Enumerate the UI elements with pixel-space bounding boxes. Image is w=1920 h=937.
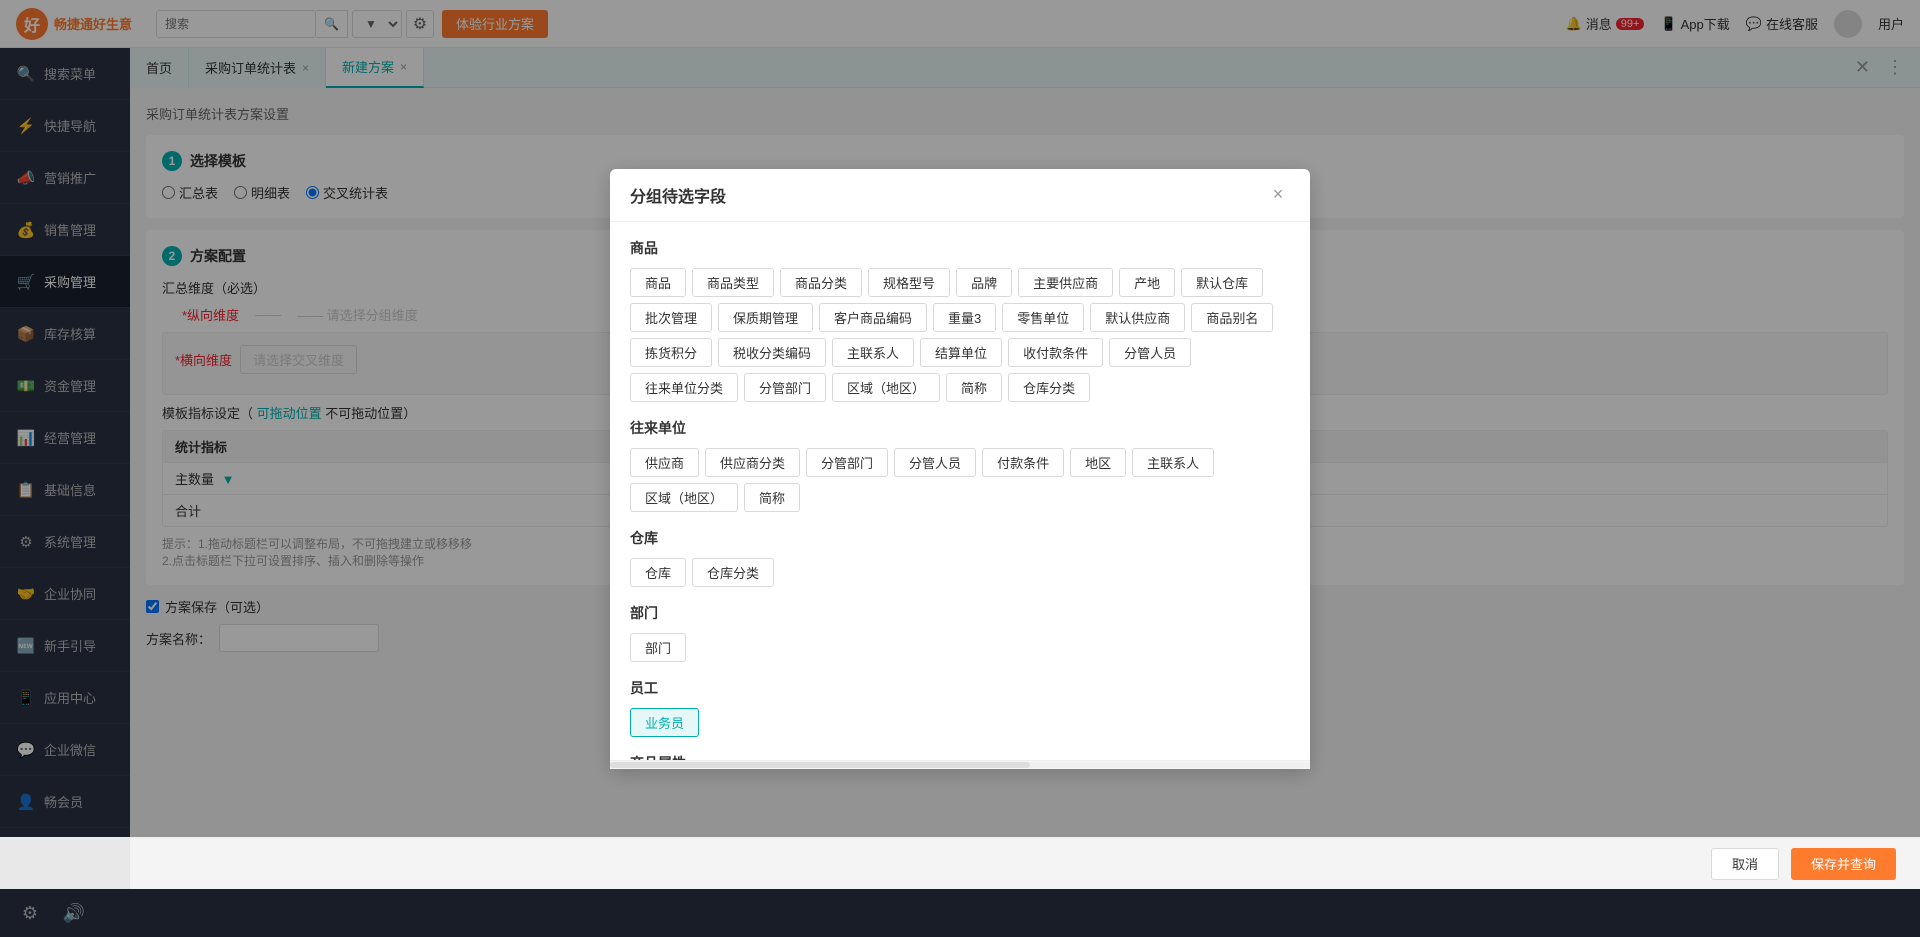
field-tag-product-25[interactable]: 仓库分类	[1008, 373, 1090, 402]
section-product: 商品商品商品类型商品分类规格型号品牌主要供应商产地默认仓库批次管理保质期管理客户…	[630, 238, 1290, 402]
dialog-overlay: 分组待选字段 × 商品商品商品类型商品分类规格型号品牌主要供应商产地默认仓库批次…	[0, 0, 1920, 937]
field-tag-warehouse-0[interactable]: 仓库	[630, 558, 686, 587]
field-tag-partner-8[interactable]: 简称	[744, 483, 800, 512]
field-tag-warehouse-1[interactable]: 仓库分类	[692, 558, 774, 587]
section-product_attr: 商品属性属性颜色多规格尺码鞋码1	[630, 753, 1290, 760]
field-tag-partner-5[interactable]: 地区	[1070, 448, 1126, 477]
field-tag-product-8[interactable]: 批次管理	[630, 303, 712, 332]
field-tags-warehouse: 仓库仓库分类	[630, 558, 1290, 587]
field-tags-employee: 业务员	[630, 708, 1290, 737]
field-tag-product-23[interactable]: 区域（地区）	[832, 373, 940, 402]
field-tags-product: 商品商品类型商品分类规格型号品牌主要供应商产地默认仓库批次管理保质期管理客户商品…	[630, 268, 1290, 402]
field-tag-product-18[interactable]: 结算单位	[920, 338, 1002, 367]
dialog-title: 分组待选字段	[630, 183, 726, 207]
field-tag-partner-4[interactable]: 付款条件	[982, 448, 1064, 477]
dialog: 分组待选字段 × 商品商品商品类型商品分类规格型号品牌主要供应商产地默认仓库批次…	[610, 169, 1310, 769]
field-tag-product-9[interactable]: 保质期管理	[718, 303, 813, 332]
scrollbar-thumb[interactable]	[610, 762, 1030, 768]
save-button[interactable]: 保存并查询	[1791, 848, 1896, 880]
field-tag-department-0[interactable]: 部门	[630, 633, 686, 662]
section-title-product: 商品	[630, 238, 1290, 258]
section-warehouse: 仓库仓库仓库分类	[630, 528, 1290, 587]
field-tag-product-16[interactable]: 税收分类编码	[718, 338, 826, 367]
dialog-scroll-bar	[610, 760, 1310, 769]
action-bar: 取消 保存并查询	[0, 837, 1920, 889]
field-tag-product-12[interactable]: 零售单位	[1002, 303, 1084, 332]
field-tags-department: 部门	[630, 633, 1290, 662]
section-title-warehouse: 仓库	[630, 528, 1290, 548]
horizontal-scrollbar[interactable]	[610, 762, 1310, 768]
field-tag-product-5[interactable]: 主要供应商	[1018, 268, 1113, 297]
field-tag-product-3[interactable]: 规格型号	[868, 268, 950, 297]
field-tag-product-24[interactable]: 简称	[946, 373, 1002, 402]
field-tag-product-22[interactable]: 分管部门	[744, 373, 826, 402]
section-title-department: 部门	[630, 603, 1290, 623]
field-tag-product-14[interactable]: 商品别名	[1191, 303, 1273, 332]
field-tag-employee-0[interactable]: 业务员	[630, 708, 699, 737]
field-tag-partner-3[interactable]: 分管人员	[894, 448, 976, 477]
field-tags-partner: 供应商供应商分类分管部门分管人员付款条件地区主联系人区域（地区）简称	[630, 448, 1290, 512]
field-tag-product-1[interactable]: 商品类型	[692, 268, 774, 297]
dialog-body: 商品商品商品类型商品分类规格型号品牌主要供应商产地默认仓库批次管理保质期管理客户…	[610, 222, 1310, 760]
dialog-header: 分组待选字段 ×	[610, 169, 1310, 222]
dialog-close-button[interactable]: ×	[1266, 183, 1290, 207]
section-employee: 员工业务员	[630, 678, 1290, 737]
field-tag-product-15[interactable]: 拣货积分	[630, 338, 712, 367]
field-tag-product-11[interactable]: 重量3	[933, 303, 996, 332]
section-partner: 往来单位供应商供应商分类分管部门分管人员付款条件地区主联系人区域（地区）简称	[630, 418, 1290, 512]
section-title-product_attr: 商品属性	[630, 753, 1290, 760]
section-department: 部门部门	[630, 603, 1290, 662]
field-tag-partner-7[interactable]: 区域（地区）	[630, 483, 738, 512]
field-tag-product-10[interactable]: 客户商品编码	[819, 303, 927, 332]
field-tag-product-6[interactable]: 产地	[1119, 268, 1175, 297]
section-title-partner: 往来单位	[630, 418, 1290, 438]
field-tag-product-7[interactable]: 默认仓库	[1181, 268, 1263, 297]
field-tag-product-21[interactable]: 往来单位分类	[630, 373, 738, 402]
field-tag-partner-2[interactable]: 分管部门	[806, 448, 888, 477]
cancel-button[interactable]: 取消	[1711, 848, 1779, 880]
field-tag-product-19[interactable]: 收付款条件	[1008, 338, 1103, 367]
field-tag-product-17[interactable]: 主联系人	[832, 338, 914, 367]
field-tag-product-20[interactable]: 分管人员	[1109, 338, 1191, 367]
field-tag-partner-1[interactable]: 供应商分类	[705, 448, 800, 477]
field-tag-partner-0[interactable]: 供应商	[630, 448, 699, 477]
field-tag-product-2[interactable]: 商品分类	[780, 268, 862, 297]
field-tag-partner-6[interactable]: 主联系人	[1132, 448, 1214, 477]
section-title-employee: 员工	[630, 678, 1290, 698]
field-tag-product-4[interactable]: 品牌	[956, 268, 1012, 297]
field-tag-product-13[interactable]: 默认供应商	[1090, 303, 1185, 332]
field-tag-product-0[interactable]: 商品	[630, 268, 686, 297]
